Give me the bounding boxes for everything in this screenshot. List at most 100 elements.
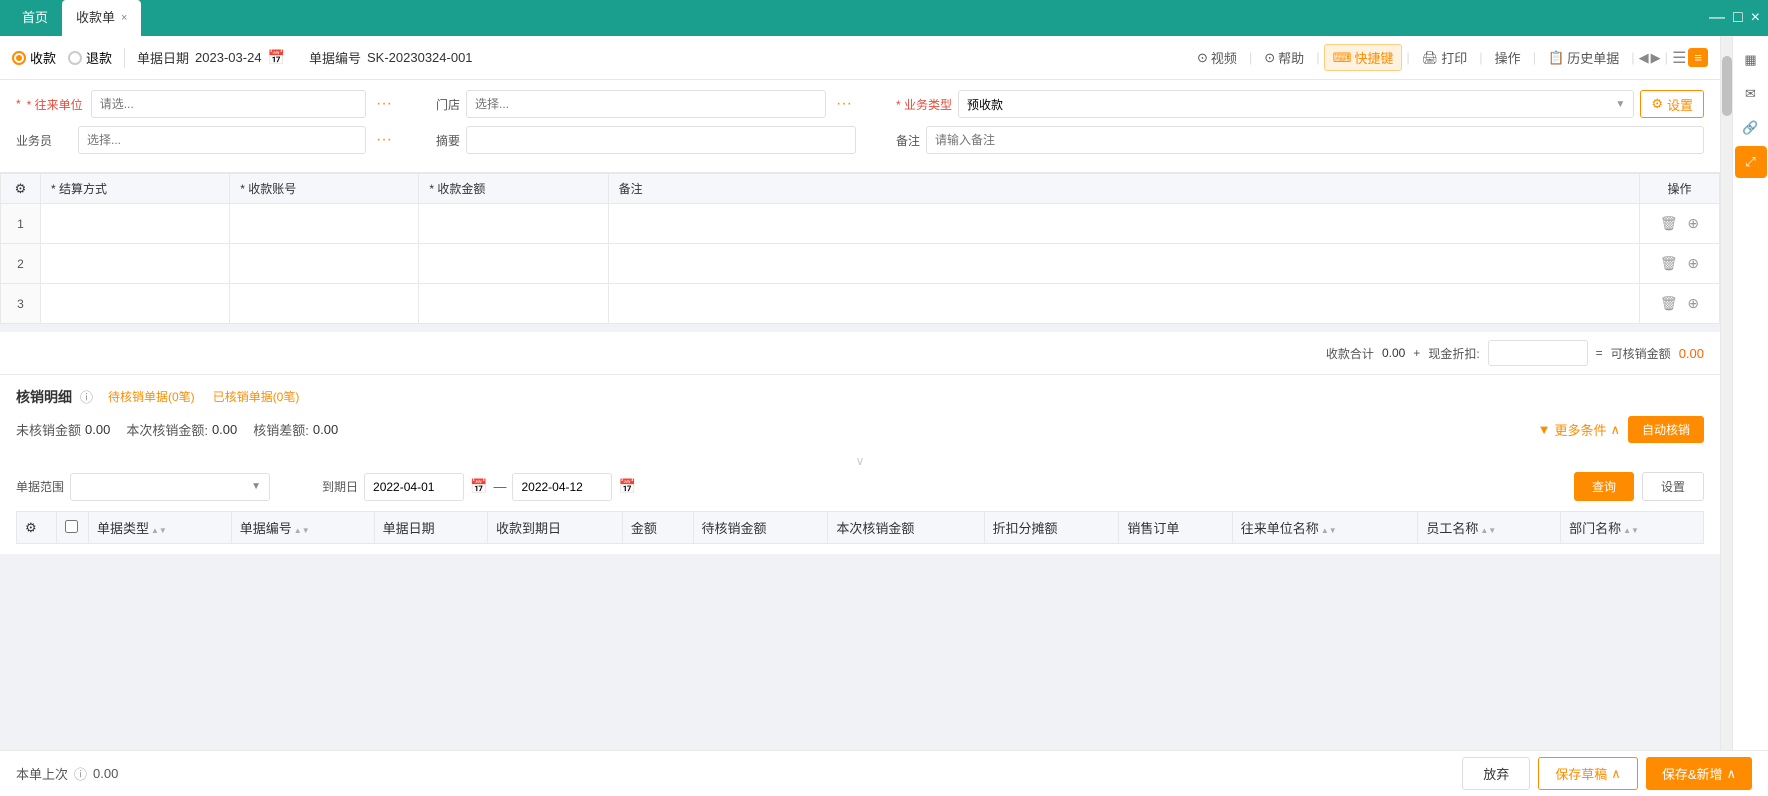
query-btn[interactable]: 查询 [1574,472,1634,501]
remark-cell[interactable] [608,204,1639,244]
minimize-icon[interactable]: — [1709,9,1725,27]
remark-input[interactable] [926,126,1704,154]
amount-cell[interactable] [419,204,608,244]
verify-info-icon[interactable]: ⓘ [80,387,93,406]
menu-icon[interactable]: ☰ [1672,48,1686,68]
maximize-icon[interactable]: □ [1733,9,1743,27]
th-gear[interactable]: ⚙ [1,174,41,204]
expand-indicator: ∨ [16,453,1704,468]
help-btn[interactable]: ⊙ 帮助 [1256,45,1312,70]
copy-icon[interactable]: ⊕ [1687,295,1699,311]
scope-select[interactable]: ▼ [70,473,270,501]
radio-refund[interactable]: 退款 [68,48,112,67]
tab-close-icon[interactable]: × [121,0,127,36]
tab-active[interactable]: 收款单 × [62,0,141,36]
check-all-input[interactable] [65,520,78,533]
pending-tab[interactable]: 待核销单据(0笔) [101,385,202,408]
table-icon: ▦ [1744,52,1756,68]
attach-sidebar-icon[interactable]: 🔗 [1735,112,1767,144]
video-icon: ⊙ [1197,50,1208,66]
radio-receipt-label: 收款 [30,48,56,67]
staff-input[interactable] [78,126,366,154]
prev-icon[interactable]: ◀ [1639,50,1649,66]
history-btn[interactable]: 📋 历史单据 [1540,45,1627,70]
close-window-icon[interactable]: × [1751,9,1760,27]
shortcut-btn[interactable]: ⌨ 快捷键 [1324,44,1403,71]
th-sales_order: 销售订单 [1119,512,1232,544]
summary-input[interactable] [466,126,856,154]
th-number-label: 单据编号 [240,521,292,536]
help-icon: ⊙ [1264,50,1275,66]
remark-cell[interactable] [608,244,1639,284]
mode-icon[interactable]: ≡ [1688,48,1708,67]
staff-more-icon[interactable]: ··· [372,131,396,149]
delete-icon[interactable]: 🗑 [1660,295,1678,311]
th-check-all[interactable] [57,512,89,544]
calendar-icon[interactable]: 📅 [268,49,285,66]
next-icon[interactable]: ▶ [1651,50,1661,66]
auto-verify-btn[interactable]: 自动核销 [1628,416,1704,443]
expand-sidebar-icon[interactable]: ⤢ [1735,146,1767,178]
date-start-input[interactable] [364,473,464,501]
verify-settings-btn[interactable]: 设置 [1642,472,1704,501]
mail-icon: ✉ [1745,86,1756,102]
gear-bottom-icon[interactable]: ⚙ [25,520,37,535]
table-sidebar-icon[interactable]: ▦ [1735,44,1767,76]
account-cell[interactable] [230,284,419,324]
settlement-cell[interactable] [41,284,230,324]
settlement-cell[interactable] [41,244,230,284]
current-info-icon[interactable]: ⓘ [74,764,87,783]
sort-counterpart-icon[interactable]: ▲▼ [1321,526,1337,535]
more-conditions-btn[interactable]: ▼ 更多条件 ∧ [1538,420,1620,439]
counterpart-field: * * 往来单位 ··· [16,90,396,118]
remark-cell[interactable] [608,284,1639,324]
save-new-chevron: ∧ [1726,766,1736,782]
amount-cell[interactable] [419,244,608,284]
discard-btn[interactable]: 放弃 [1462,757,1530,790]
store-input[interactable] [466,90,826,118]
shortcut-label: 快捷键 [1354,48,1393,67]
tab-active-label: 收款单 [76,0,115,36]
save-draft-btn[interactable]: 保存草稿 ∧ [1538,757,1638,790]
video-btn[interactable]: ⊙ 视频 [1189,45,1245,70]
amount-cell[interactable] [419,284,608,324]
sort-type-icon[interactable]: ▲▼ [151,526,167,535]
save-new-btn[interactable]: 保存&新增 ∧ [1646,757,1752,790]
delete-icon[interactable]: 🗑 [1660,215,1678,231]
scroll-track[interactable] [1720,36,1732,750]
sort-staff-icon[interactable]: ▲▼ [1480,526,1496,535]
calendar-start-icon[interactable]: 📅 [470,478,487,495]
operation-btn[interactable]: 操作 [1487,45,1529,70]
account-cell[interactable] [230,244,419,284]
mail-sidebar-icon[interactable]: ✉ [1735,78,1767,110]
store-more-icon[interactable]: ··· [832,95,856,113]
verified-tab[interactable]: 已核销单据(0笔) [206,385,307,408]
available-value: 0.00 [1679,346,1704,361]
date-end-input[interactable] [512,473,612,501]
business-type-select[interactable]: 预收款 ▼ [958,90,1634,118]
settings-label: 设置 [1667,95,1693,114]
counterpart-star: * [16,97,21,111]
settlement-cell[interactable] [41,204,230,244]
tab-home[interactable]: 首页 [8,0,62,36]
radio-receipt[interactable]: 收款 [12,48,56,67]
copy-icon[interactable]: ⊕ [1687,215,1699,231]
copy-icon[interactable]: ⊕ [1687,255,1699,271]
print-btn[interactable]: 🖨 打印 [1414,45,1476,70]
store-label: 门店 [436,96,460,113]
calendar-end-icon[interactable]: 📅 [618,478,635,495]
expand-icon: ⤢ [1745,154,1755,170]
sort-dept-icon[interactable]: ▲▼ [1623,526,1639,535]
counterpart-more-icon[interactable]: ··· [372,95,396,113]
account-cell[interactable] [230,204,419,244]
th-type: 单据类型▲▼ [89,512,232,544]
th-amount: 金额 [622,512,693,544]
settings-btn[interactable]: ⚙ 设置 [1640,90,1704,118]
delete-icon[interactable]: 🗑 [1660,255,1678,271]
main-content: 收款 退款 单据日期 2023-03-24 📅 单据编号 SK-20230324… [0,36,1720,750]
discount-input[interactable] [1488,340,1588,366]
sort-number-icon[interactable]: ▲▼ [294,526,310,535]
counterpart-input[interactable] [91,90,366,118]
form-row-2: 业务员 ··· 摘要 备注 [16,126,1704,154]
print-label: 打印 [1441,48,1467,67]
